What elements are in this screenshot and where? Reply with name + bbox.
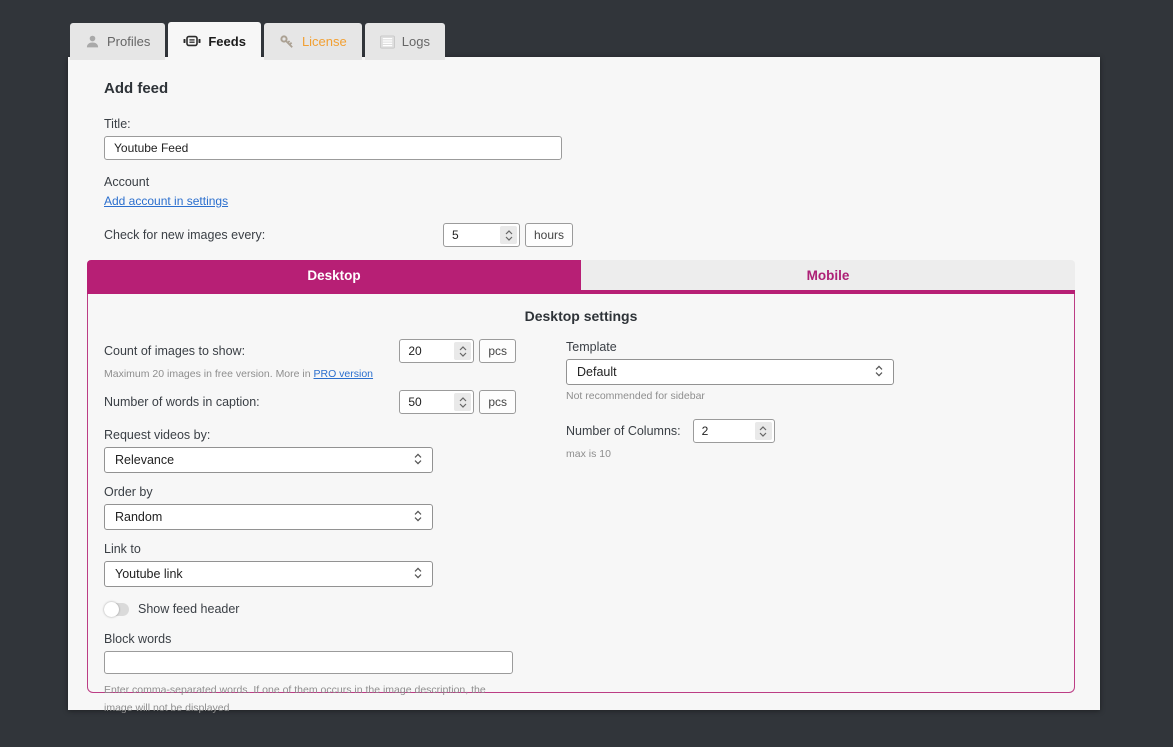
block-words-input[interactable]: [104, 651, 513, 674]
count-images-row: Count of images to show: 20 pcs: [104, 339, 516, 363]
check-interval-input[interactable]: 5: [443, 223, 520, 247]
key-icon: [279, 34, 295, 50]
spinner-icon[interactable]: [500, 226, 517, 244]
list-icon: [379, 34, 395, 49]
select-arrows-icon: [414, 567, 422, 582]
title-label: Title:: [104, 117, 131, 131]
tab-profiles-label: Profiles: [107, 34, 151, 49]
desktop-settings-body: Desktop settings Count of images to show…: [87, 294, 1075, 714]
columns-input[interactable]: 2: [692, 419, 775, 443]
caption-words-input[interactable]: 50: [399, 390, 475, 414]
settings-right-column: Template Default Not recommended for sid…: [566, 339, 896, 718]
main-tab-bar: Profiles Feeds License Logs: [70, 22, 445, 60]
order-by-label: Order by: [104, 485, 153, 499]
tab-profiles[interactable]: Profiles: [70, 23, 166, 60]
pcs-unit-label: pcs: [479, 339, 516, 363]
block-words-help: Enter comma-separated words. If one of t…: [104, 684, 486, 715]
template-select[interactable]: Default: [566, 359, 894, 385]
select-arrows-icon: [875, 365, 883, 380]
tab-logs[interactable]: Logs: [364, 23, 445, 60]
columns-row: Number of Columns: 2: [566, 419, 896, 443]
select-arrows-icon: [414, 453, 422, 468]
template-label: Template: [566, 340, 617, 354]
check-interval-label: Check for new images every:: [104, 228, 266, 242]
tab-feeds[interactable]: Feeds: [168, 22, 261, 60]
link-to-value: Youtube link: [115, 567, 183, 581]
check-interval-value: 5: [452, 228, 459, 242]
pcs-unit-label: pcs: [479, 390, 516, 414]
link-to-select[interactable]: Youtube link: [104, 561, 433, 587]
request-videos-select[interactable]: Relevance: [104, 447, 433, 473]
free-version-note: Maximum 20 images in free version. More …: [104, 368, 516, 380]
hours-unit-label: hours: [525, 223, 574, 247]
count-images-value: 20: [408, 344, 422, 358]
request-videos-value: Relevance: [115, 453, 175, 467]
columns-help: max is 10: [566, 448, 611, 460]
block-words-label: Block words: [104, 632, 172, 646]
count-images-label: Count of images to show:: [104, 344, 246, 358]
tab-desktop[interactable]: Desktop: [87, 260, 581, 290]
feed-title-input[interactable]: [104, 136, 562, 160]
spinner-icon[interactable]: [754, 422, 772, 440]
feed-icon: [183, 34, 201, 48]
tab-license-label: License: [301, 34, 347, 49]
request-videos-label: Request videos by:: [104, 428, 211, 442]
settings-card: Add feed Title: Account Add account in s…: [68, 57, 1100, 714]
page-title: Add feed: [104, 80, 169, 97]
tab-mobile[interactable]: Mobile: [581, 260, 1075, 290]
desktop-background: Profiles Feeds License Logs Add feed Tit…: [0, 0, 1173, 747]
desktop-settings-heading: Desktop settings: [524, 308, 638, 324]
account-label: Account: [104, 175, 150, 189]
caption-words-value: 50: [408, 395, 422, 409]
free-version-note-text: Maximum 20 images in free version. More …: [104, 368, 314, 380]
pro-version-link[interactable]: PRO version: [314, 368, 374, 380]
tab-license[interactable]: License: [263, 23, 362, 60]
tab-feeds-label: Feeds: [208, 33, 246, 49]
person-icon: [85, 34, 100, 49]
columns-label: Number of Columns:: [566, 424, 681, 438]
template-help: Not recommended for sidebar: [566, 390, 705, 402]
toggle-off-icon[interactable]: [104, 601, 129, 617]
order-by-select[interactable]: Random: [104, 504, 433, 530]
tab-logs-label: Logs: [401, 34, 430, 49]
settings-left-column: Count of images to show: 20 pcs Maximum …: [104, 339, 516, 718]
caption-words-row: Number of words in caption: 50 pcs: [104, 390, 516, 414]
show-feed-header-toggle-row[interactable]: Show feed header: [104, 601, 516, 617]
spinner-icon[interactable]: [454, 342, 472, 360]
device-tab-bar: Desktop Mobile: [87, 260, 1075, 290]
select-arrows-icon: [414, 510, 422, 525]
caption-words-label: Number of words in caption:: [104, 395, 260, 409]
link-to-label: Link to: [104, 542, 141, 556]
show-feed-header-label: Show feed header: [138, 602, 240, 616]
add-account-link[interactable]: Add account in settings: [104, 194, 228, 208]
spinner-icon[interactable]: [454, 393, 472, 411]
order-by-value: Random: [115, 510, 163, 524]
device-settings-panel: Desktop Mobile Desktop settings Count of…: [87, 260, 1075, 714]
check-interval-row: Check for new images every: 5 hours: [104, 223, 1100, 247]
template-value: Default: [577, 365, 617, 379]
columns-value: 2: [701, 424, 709, 438]
count-images-input[interactable]: 20: [399, 339, 475, 363]
